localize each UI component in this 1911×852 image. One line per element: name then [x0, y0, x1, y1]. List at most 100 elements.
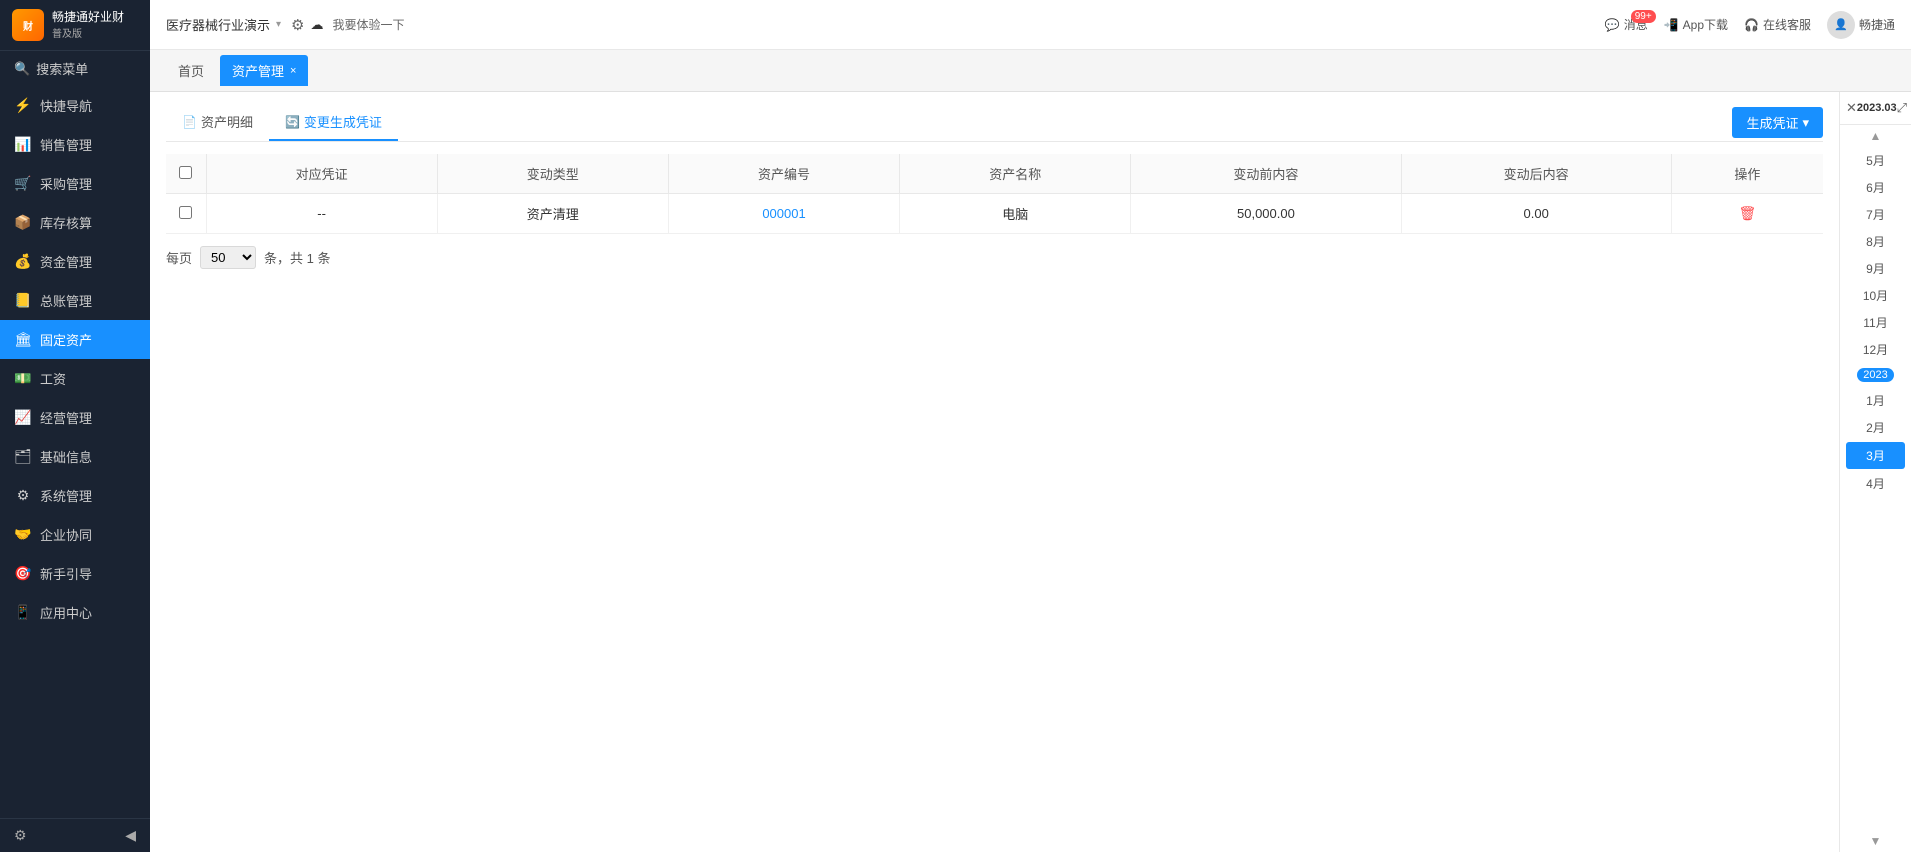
month-item-10[interactable]: 10月	[1840, 282, 1911, 309]
row-checkbox[interactable]	[179, 206, 192, 219]
generate-voucher-button[interactable]: 生成凭证 ▾	[1732, 107, 1823, 138]
month-label: 7月	[1866, 206, 1885, 223]
sidebar-item-label: 资金管理	[40, 252, 92, 271]
scroll-down-button[interactable]: ▼	[1840, 830, 1911, 852]
company-title: 医疗器械行业演示	[166, 15, 270, 34]
month-item-2[interactable]: 2月	[1840, 414, 1911, 441]
row-asset-name: 电脑	[900, 194, 1131, 234]
month-item-8[interactable]: 8月	[1840, 228, 1911, 255]
month-label: 5月	[1866, 152, 1885, 169]
table-header-row: 对应凭证 变动类型 资产编号 资产名称 变动前内容 变动后内容 操作	[166, 154, 1823, 194]
month-label: 2月	[1866, 419, 1885, 436]
sidebar-item-quick-nav[interactable]: ⚡ 快捷导航	[0, 86, 150, 125]
payroll-icon: 💵	[14, 370, 32, 387]
sidebar-item-label: 新手引导	[40, 564, 92, 583]
system-icon: ⚙	[14, 487, 32, 504]
panel-expand-icon[interactable]: ⤢	[1897, 100, 1907, 116]
experience-label[interactable]: 我要体验一下	[333, 16, 405, 33]
fund-icon: 💰	[14, 253, 32, 270]
sidebar-item-system[interactable]: ⚙ 系统管理	[0, 476, 150, 515]
sidebar-item-payroll[interactable]: 💵 工资	[0, 359, 150, 398]
sidebar-logo: 财 畅捷通好业财 普及版	[0, 0, 150, 50]
sidebar-bottom: ⚙ ◀	[0, 818, 150, 852]
sidebar-item-label: 基础信息	[40, 447, 92, 466]
select-all-checkbox[interactable]	[179, 166, 192, 179]
guide-icon: 🎯	[14, 565, 32, 582]
sidebar-item-app-center[interactable]: 📱 应用中心	[0, 593, 150, 632]
page-content: 📄 资产明细 🔄 变更生成凭证 生成凭证 ▾	[150, 92, 1911, 852]
message-icon: 💬	[1605, 18, 1620, 32]
row-operation: 🗑	[1671, 194, 1823, 234]
pagination: 每页 10 20 50 100 条，共 1 条	[166, 234, 1823, 273]
tab-home[interactable]: 首页	[166, 55, 216, 86]
sub-tab-generate-voucher-label: 变更生成凭证	[304, 112, 382, 131]
month-label: 9月	[1866, 260, 1885, 277]
delete-icon[interactable]: 🗑	[1739, 205, 1757, 221]
sidebar-item-label: 库存核算	[40, 213, 92, 232]
month-item-7[interactable]: 7月	[1840, 201, 1911, 228]
table-wrap: 对应凭证 变动类型 资产编号 资产名称 变动前内容 变动后内容 操作	[166, 154, 1823, 234]
download-icon: 📲	[1664, 18, 1679, 32]
per-page-select[interactable]: 10 20 50 100	[200, 246, 256, 269]
row-checkbox-cell	[166, 194, 206, 234]
month-item-9[interactable]: 9月	[1840, 255, 1911, 282]
scroll-up-button[interactable]: ▲	[1840, 125, 1911, 147]
panel-year-label: 2023.03	[1857, 102, 1897, 114]
lightning-icon: ⚡	[14, 97, 32, 114]
month-item-12[interactable]: 12月	[1840, 336, 1911, 363]
row-voucher: --	[206, 194, 437, 234]
online-service-button[interactable]: 🎧 在线客服	[1744, 16, 1811, 33]
message-badge: 99+	[1631, 10, 1656, 23]
sub-tab-asset-detail[interactable]: 📄 资产明细	[166, 104, 269, 141]
settings-icon[interactable]: ⚙	[14, 827, 27, 844]
app-download-label: App下载	[1683, 16, 1728, 33]
avatar: 👤	[1827, 11, 1855, 39]
tab-close-icon[interactable]: ×	[290, 65, 296, 77]
sidebar-item-inventory[interactable]: 📦 库存核算	[0, 203, 150, 242]
month-item-1[interactable]: 1月	[1840, 387, 1911, 414]
month-item-5[interactable]: 5月	[1840, 147, 1911, 174]
sidebar: 财 畅捷通好业财 普及版 🔍 搜索菜单 ⚡ 快捷导航 📊 销售管理 🛒 采购管理…	[0, 0, 150, 852]
sidebar-item-fixed-assets[interactable]: 🏛 固定资产	[0, 320, 150, 359]
right-panel: ✕ 2023.03 ⤢ ▲ 5月 6月 7月 8月	[1839, 92, 1911, 852]
settings-gear-icon[interactable]: ⚙	[291, 16, 304, 34]
sidebar-item-guide[interactable]: 🎯 新手引导	[0, 554, 150, 593]
messages-button[interactable]: 💬 消息 99+	[1605, 16, 1648, 33]
row-before-change: 50,000.00	[1131, 194, 1401, 234]
th-voucher: 对应凭证	[206, 154, 437, 194]
sidebar-item-label: 系统管理	[40, 486, 92, 505]
month-label: 6月	[1866, 179, 1885, 196]
sidebar-item-label: 采购管理	[40, 174, 92, 193]
chevron-down-icon[interactable]: ▾	[276, 19, 281, 30]
panel-close-icon[interactable]: ✕	[1846, 100, 1857, 116]
sidebar-item-purchase[interactable]: 🛒 采购管理	[0, 164, 150, 203]
th-asset-no: 资产编号	[668, 154, 899, 194]
sidebar-item-enterprise[interactable]: 🤝 企业协同	[0, 515, 150, 554]
month-item-6[interactable]: 6月	[1840, 174, 1911, 201]
tab-asset-management[interactable]: 资产管理 ×	[220, 55, 308, 86]
sidebar-item-ledger[interactable]: 📒 总账管理	[0, 281, 150, 320]
topbar-title-area: 医疗器械行业演示 ▾ ⚙ ☁ 我要体验一下	[166, 15, 1593, 34]
month-item-3-active[interactable]: 3月	[1846, 442, 1905, 469]
purchase-icon: 🛒	[14, 175, 32, 192]
sub-tab-generate-voucher[interactable]: 🔄 变更生成凭证	[269, 104, 398, 141]
base-info-icon: 🗂	[14, 448, 32, 465]
year-badge[interactable]: 2023	[1857, 368, 1893, 382]
sidebar-item-operations[interactable]: 📈 经营管理	[0, 398, 150, 437]
sidebar-item-sales[interactable]: 📊 销售管理	[0, 125, 150, 164]
chevron-down-icon: ▾	[1802, 115, 1809, 131]
sidebar-item-base-info[interactable]: 🗂 基础信息	[0, 437, 150, 476]
sidebar-item-fund[interactable]: 💰 资金管理	[0, 242, 150, 281]
user-button[interactable]: 👤 畅捷通	[1827, 11, 1895, 39]
month-label: 1月	[1866, 392, 1885, 409]
sidebar-item-label: 应用中心	[40, 603, 92, 622]
sidebar-item-label: 工资	[40, 369, 66, 388]
th-after-change: 变动后内容	[1401, 154, 1671, 194]
month-item-4[interactable]: 4月	[1840, 470, 1911, 497]
month-item-11[interactable]: 11月	[1840, 309, 1911, 336]
sidebar-search[interactable]: 🔍 搜索菜单	[0, 50, 150, 86]
app-download-button[interactable]: 📲 App下载	[1664, 16, 1728, 33]
sales-icon: 📊	[14, 136, 32, 153]
collapse-icon[interactable]: ◀	[125, 827, 136, 844]
app-name: 畅捷通好业财	[52, 10, 124, 26]
